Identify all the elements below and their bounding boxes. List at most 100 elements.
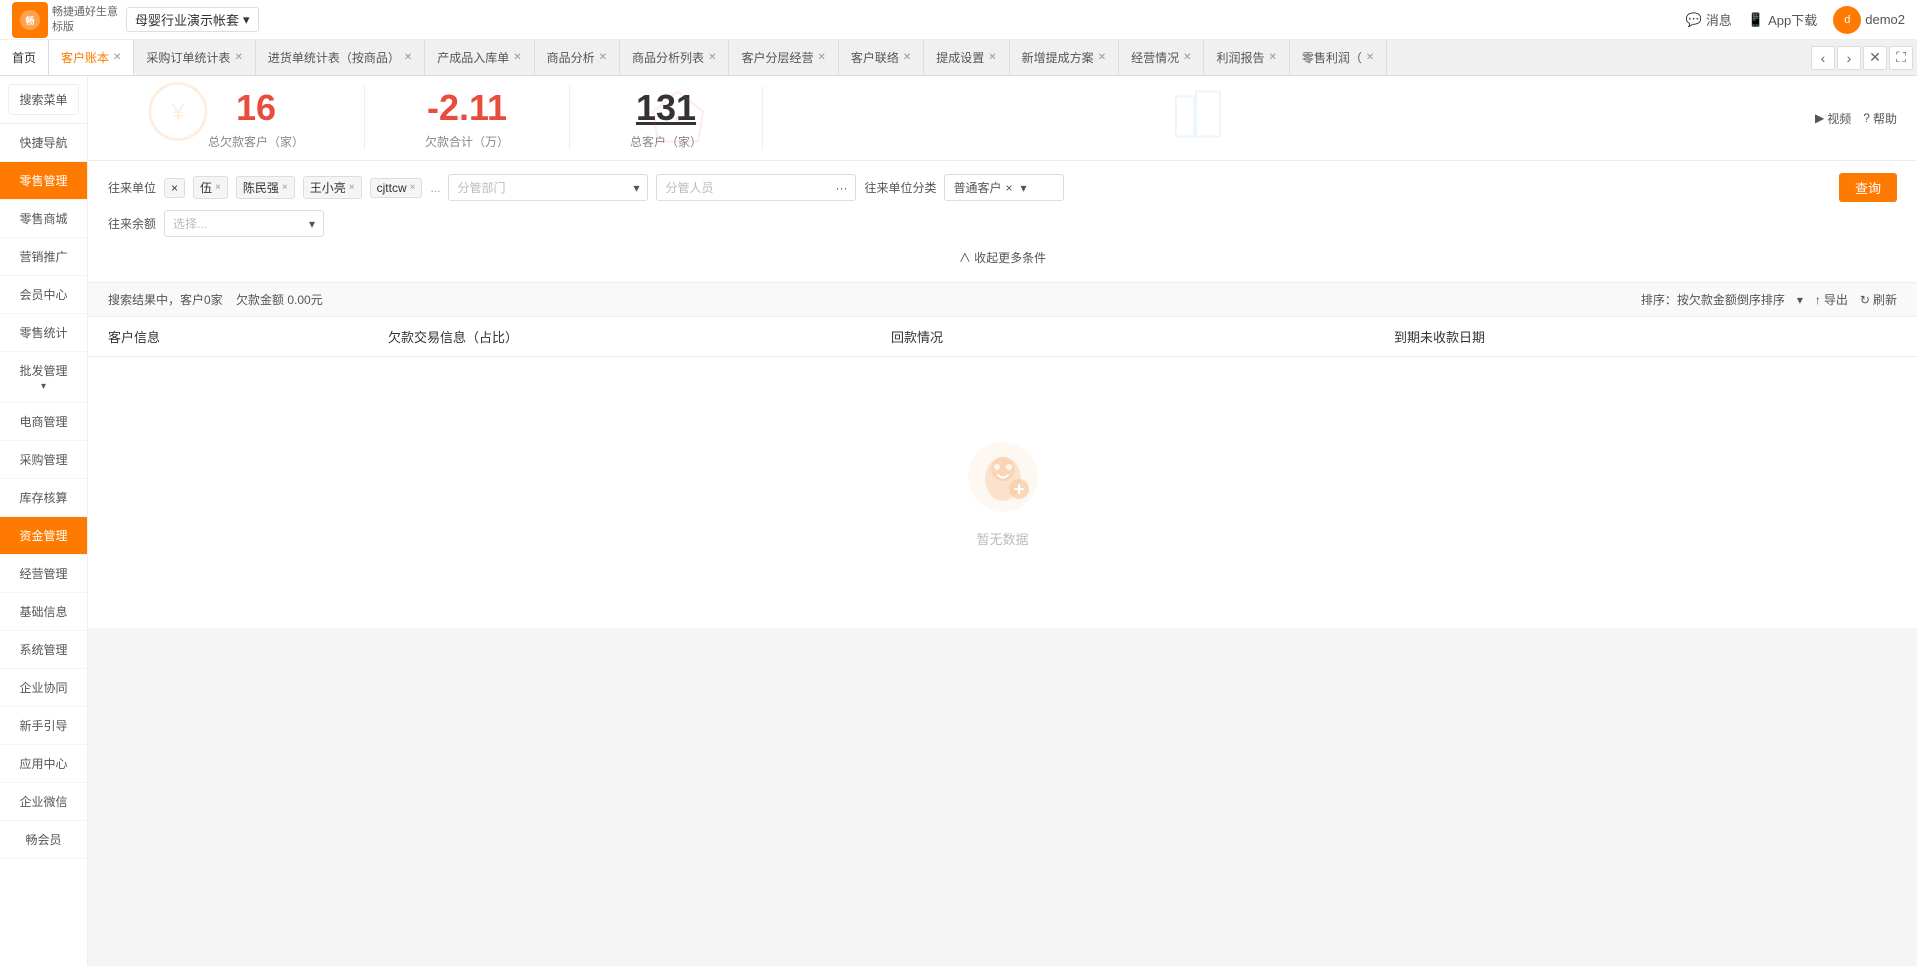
- tab-close-icon[interactable]: ✕: [988, 52, 996, 63]
- stat-overdue-customers: 16 总欠款客户（家）: [108, 86, 365, 150]
- export-action[interactable]: ↑ 导出: [1815, 291, 1848, 308]
- app-download-action[interactable]: 📱 App下载: [1748, 10, 1817, 29]
- col-due-date: 到期未收款日期: [1394, 327, 1897, 346]
- message-icon: 💬: [1686, 12, 1702, 28]
- tab-retail-profit[interactable]: 零售利润（ ✕: [1290, 40, 1387, 76]
- col-repayment: 回款情况: [891, 327, 1394, 346]
- sidebar-item-inventory[interactable]: 库存核算: [0, 479, 87, 517]
- sidebar-item-vip-member[interactable]: 畅会员: [0, 821, 87, 859]
- refresh-action[interactable]: ↻ 刷新: [1860, 291, 1897, 308]
- sidebar-item-retail-mall[interactable]: 零售商城: [0, 200, 87, 238]
- video-action[interactable]: ▶ 视频: [1815, 110, 1851, 127]
- collapse-filter-btn[interactable]: ∧ 收起更多条件: [108, 245, 1897, 270]
- tab-close-icon[interactable]: ✕: [1366, 52, 1374, 63]
- sidebar-item-marketing[interactable]: 营销推广: [0, 238, 87, 276]
- sidebar-item-system-mgmt[interactable]: 系统管理: [0, 631, 87, 669]
- unit-filter-label: 往来单位: [108, 179, 156, 196]
- tag-close-wu[interactable]: ×: [215, 182, 221, 193]
- stat3-label: 总客户（家）: [630, 133, 702, 150]
- tab-product-analysis-list[interactable]: 商品分析列表 ✕: [620, 40, 729, 76]
- svg-text:畅: 畅: [25, 15, 34, 26]
- chevron-down-icon[interactable]: ▾: [1797, 293, 1803, 307]
- sidebar-item-quick-nav[interactable]: 快捷导航: [0, 124, 87, 162]
- tab-purchase-order[interactable]: 采购订单统计表 ✕: [134, 40, 255, 76]
- tag-close-cjttcw[interactable]: ×: [410, 182, 416, 193]
- tab-incoming-stats[interactable]: 进货单统计表（按商品） ✕: [256, 40, 425, 76]
- user-avatar[interactable]: d demo2: [1833, 6, 1905, 34]
- tab-business-situation[interactable]: 经营情况 ✕: [1119, 40, 1204, 76]
- tab-customer-contact[interactable]: 客户联络 ✕: [839, 40, 924, 76]
- tab-profit-report[interactable]: 利润报告 ✕: [1204, 40, 1289, 76]
- person-filter-select[interactable]: 分管人员 ···: [656, 174, 856, 201]
- tag-close-wang[interactable]: ×: [349, 182, 355, 193]
- tab-cost-inbound[interactable]: 产成品入库单 ✕: [425, 40, 534, 76]
- sidebar-item-enterprise-collab[interactable]: 企业协同: [0, 669, 87, 707]
- filter-tag-chen: 陈民强 ×: [236, 176, 295, 199]
- tab-close-icon[interactable]: ✕: [1269, 52, 1277, 63]
- sidebar-item-ecommerce[interactable]: 电商管理: [0, 403, 87, 441]
- sidebar-item-ops-mgmt[interactable]: 经营管理: [0, 555, 87, 593]
- results-summary: 搜索结果中，客户0家 欠款金额 0.00元: [108, 291, 323, 308]
- tab-scroll-left-btn[interactable]: ‹: [1811, 46, 1835, 70]
- tab-bar: 首页 客户账本 ✕ 采购订单统计表 ✕ 进货单统计表（按商品） ✕ 产成品入库单…: [0, 40, 1917, 76]
- col-customer-info: 客户信息: [108, 327, 388, 346]
- tab-expand-btn[interactable]: ⛶: [1889, 46, 1913, 70]
- tab-close-icon[interactable]: ✕: [903, 52, 911, 63]
- sidebar-item-purchase-mgmt[interactable]: 采购管理: [0, 441, 87, 479]
- table-header: 客户信息 欠款交易信息（占比） 回款情况 到期未收款日期: [88, 317, 1917, 357]
- tab-close-icon[interactable]: ✕: [113, 52, 121, 63]
- tab-close-icon[interactable]: ✕: [234, 52, 242, 63]
- tab-close-icon[interactable]: ✕: [708, 52, 716, 63]
- sidebar-item-retail-stats[interactable]: 零售统计: [0, 314, 87, 352]
- balance-filter-select[interactable]: 选择... ▾: [164, 210, 324, 237]
- tab-home[interactable]: 首页: [0, 40, 49, 76]
- tab-customer-book[interactable]: 客户账本 ✕: [49, 40, 134, 76]
- sidebar-item-member-center[interactable]: 会员中心: [0, 276, 87, 314]
- tab-commission-settings[interactable]: 提成设置 ✕: [924, 40, 1009, 76]
- results-bar: 搜索结果中，客户0家 欠款金额 0.00元 排序：按欠款金额倒序排序 ▾ ↑ 导…: [88, 283, 1917, 317]
- sidebar-item-finance[interactable]: 资金管理: [0, 517, 87, 555]
- sidebar-item-basic-info[interactable]: 基础信息: [0, 593, 87, 631]
- sidebar-item-new-user-guide[interactable]: 新手引导: [0, 707, 87, 745]
- sidebar-item-enterprise-wechat[interactable]: 企业微信: [0, 783, 87, 821]
- tab-product-analysis[interactable]: 商品分析 ✕: [535, 40, 620, 76]
- stat-overdue-amount: -2.11 欠款合计（万）: [365, 86, 570, 150]
- tab-customer-segment[interactable]: 客户分层经营 ✕: [729, 40, 838, 76]
- avatar: d: [1833, 6, 1861, 34]
- sidebar-item-app-center[interactable]: 应用中心: [0, 745, 87, 783]
- tab-close-icon[interactable]: ✕: [1183, 52, 1191, 63]
- main-layout: 搜索菜单 快捷导航 零售管理 零售商城 营销推广 会员中心 零售统计 批发管理 …: [0, 76, 1917, 966]
- tab-close-icon[interactable]: ✕: [599, 52, 607, 63]
- filter-tag-cjttcw: cjttcw ×: [370, 178, 423, 198]
- content-area: ¥ 16 总欠款客户（家） ✦ -2.11 欠款合计（万） 131 总客户（家）: [88, 76, 1917, 966]
- empty-state-icon: [963, 437, 1043, 517]
- unit-type-filter-select[interactable]: 普通客户 × ▾: [944, 174, 1064, 201]
- logo-icon: 畅: [12, 2, 48, 38]
- tab-close-icon[interactable]: ✕: [1098, 52, 1106, 63]
- download-icon: 📱: [1748, 12, 1764, 28]
- logo-text: 畅捷通好生意 标版: [52, 5, 118, 34]
- tab-scroll-right-btn[interactable]: ›: [1837, 46, 1861, 70]
- tab-new-commission[interactable]: 新增提成方案 ✕: [1010, 40, 1119, 76]
- dept-filter-select[interactable]: 分管部门 ▾: [448, 174, 648, 201]
- tab-close-icon[interactable]: ✕: [513, 52, 521, 63]
- chevron-down-icon: ▾: [41, 381, 46, 392]
- help-action[interactable]: ? 帮助: [1863, 110, 1897, 127]
- chevron-down-icon: ▾: [309, 217, 315, 231]
- message-action[interactable]: 💬 消息: [1686, 10, 1732, 29]
- tag-close-chen[interactable]: ×: [282, 182, 288, 193]
- unit-type-filter-label: 往来单位分类: [864, 179, 936, 196]
- filter-area: 往来单位 × 伍 × 陈民强 × 王小亮 × cjttcw: [88, 161, 1917, 283]
- header-right: 💬 消息 📱 App下载 d demo2: [1686, 6, 1905, 34]
- tab-close-all-btn[interactable]: ✕: [1863, 46, 1887, 70]
- store-selector[interactable]: 母婴行业演示帐套 ▾: [126, 7, 259, 32]
- chevron-up-icon: ∧: [959, 251, 971, 265]
- unit-type-clear-icon[interactable]: ×: [1006, 181, 1013, 195]
- query-button[interactable]: 查询: [1839, 173, 1897, 202]
- sidebar-item-batch-mgmt[interactable]: 批发管理 ▾: [0, 352, 87, 403]
- sidebar-item-retail-mgmt[interactable]: 零售管理: [0, 162, 87, 200]
- tab-close-icon[interactable]: ✕: [404, 52, 412, 63]
- filter-more-btn[interactable]: ...: [430, 181, 440, 195]
- tab-close-icon[interactable]: ✕: [817, 52, 825, 63]
- search-menu-button[interactable]: 搜索菜单: [8, 84, 79, 115]
